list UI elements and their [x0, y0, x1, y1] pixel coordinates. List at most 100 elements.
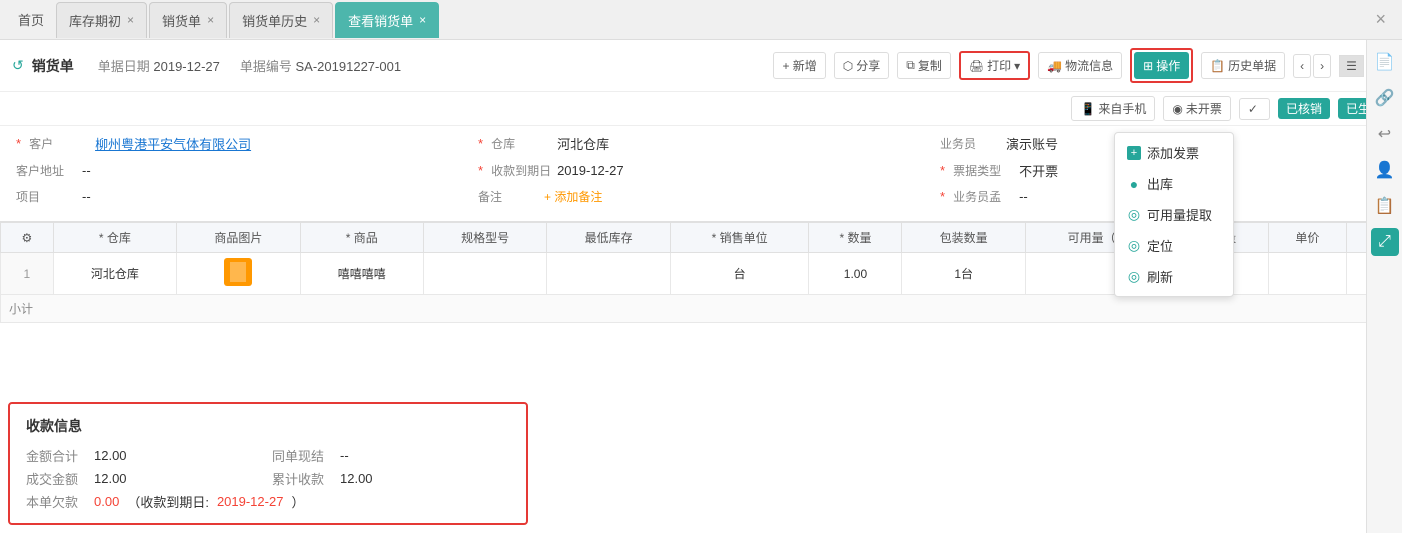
address-field: 客户地址 --: [16, 162, 462, 179]
tab-inventory[interactable]: 库存期初 ×: [56, 2, 147, 38]
sold-badge: 已核销: [1278, 98, 1330, 119]
outbound-icon: ●: [1127, 177, 1141, 191]
col-price: 单价: [1268, 223, 1346, 253]
operations-dropdown: + 添加发票 ● 出库 ◎ 可用量提取 ◎ 定位 ◎ 刷新: [1114, 132, 1234, 297]
date-label: 单据日期: [98, 59, 150, 74]
number-val: SA-20191227-001: [296, 59, 402, 74]
history-button[interactable]: 📋 历史单据: [1201, 52, 1285, 79]
tab-inventory-close[interactable]: ×: [127, 13, 134, 27]
not-open-label: 未开票: [1186, 100, 1222, 117]
customer-required: *: [16, 136, 21, 151]
col-settings[interactable]: ⚙: [1, 223, 54, 253]
col-warehouse: * 仓库: [53, 223, 176, 253]
operations-button[interactable]: ⊞ 操作: [1134, 52, 1189, 79]
date-meta: 单据日期 2019-12-27: [98, 56, 220, 75]
col-unit: * 销售单位: [670, 223, 809, 253]
not-open-button[interactable]: ◉ 未开票: [1163, 96, 1231, 121]
sidebar-link-icon[interactable]: 🔗: [1371, 84, 1399, 112]
tab-sales[interactable]: 销货单 ×: [149, 2, 227, 38]
warehouse-value: 河北仓库: [557, 134, 609, 153]
outbound-label: 出库: [1147, 174, 1173, 193]
copy-icon: ⧉: [906, 58, 915, 73]
prev-button[interactable]: ‹: [1293, 54, 1311, 78]
add-invoice-icon: +: [1127, 146, 1141, 160]
row-product: 嘻嘻嘻嘻: [300, 253, 423, 295]
project-label: 项目: [16, 188, 76, 205]
confirm-button[interactable]: ✓: [1239, 98, 1270, 120]
payment-date-label: 收款到期日: [491, 162, 551, 179]
logistics-icon: 🚚: [1047, 59, 1062, 73]
row-min-stock: [547, 253, 670, 295]
payment-date-value: 2019-12-27: [557, 163, 624, 178]
address-label: 客户地址: [16, 162, 76, 179]
sidebar-user-icon[interactable]: 👤: [1371, 156, 1399, 184]
payment-date-field: * 收款到期日 2019-12-27: [478, 162, 924, 179]
tab-sales-history-close[interactable]: ×: [313, 13, 320, 27]
dropdown-location[interactable]: ◎ 定位: [1115, 230, 1233, 261]
summary-deal-row: 成交金额 12.00: [26, 469, 264, 488]
col-product: * 商品: [300, 223, 423, 253]
new-button[interactable]: + 新增: [773, 52, 825, 79]
summary-deal-label: 成交金额: [26, 469, 86, 488]
logistics-label: 物流信息: [1065, 57, 1113, 74]
dropdown-refresh[interactable]: ◎ 刷新: [1115, 261, 1233, 292]
tab-view-sales-label: 查看销货单: [348, 11, 413, 30]
ticket-icon: ◉: [1172, 102, 1182, 116]
summary-received-value: 12.00: [340, 471, 373, 486]
dropdown-outbound[interactable]: ● 出库: [1115, 168, 1233, 199]
row-qty: 1.00: [809, 253, 902, 295]
sidebar-list-icon[interactable]: 📋: [1371, 192, 1399, 220]
sidebar-expand-icon[interactable]: ⤢: [1371, 228, 1399, 256]
print-icon: 🖨: [969, 59, 984, 73]
number-meta: 单据编号 SA-20191227-001: [240, 56, 401, 75]
window-close-button[interactable]: ×: [1367, 5, 1394, 34]
add-note-button[interactable]: + 添加备注: [544, 188, 602, 205]
row-img: [177, 253, 300, 295]
customer-label: 客户: [29, 135, 89, 152]
sidebar-return-icon[interactable]: ↩: [1371, 120, 1399, 148]
list-view-button[interactable]: ☰: [1339, 55, 1364, 77]
print-button[interactable]: 🖨 打印 ▾: [959, 51, 1030, 80]
salesperson2-required: *: [940, 189, 945, 204]
subtotal-row: 小计: [1, 295, 1402, 323]
salesperson-value: 演示账号: [1006, 134, 1058, 153]
dropdown-add-invoice[interactable]: + 添加发票: [1115, 137, 1233, 168]
logistics-button[interactable]: 🚚 物流信息: [1038, 52, 1122, 79]
summary-received-row: 累计收款 12.00: [272, 469, 510, 488]
summary-owed-value: 0.00: [94, 494, 119, 509]
summary-total-value: 12.00: [94, 448, 127, 463]
summary-owed-note: （收款到期日:: [127, 492, 209, 511]
main-container: ↺ 销货单 单据日期 2019-12-27 单据编号 SA-20191227-0…: [0, 40, 1402, 533]
tab-sales-history-label: 销货单历史: [242, 11, 307, 30]
col-qty: * 数量: [809, 223, 902, 253]
tab-inventory-label: 库存期初: [69, 11, 121, 30]
tab-sales-history[interactable]: 销货单历史 ×: [229, 2, 333, 38]
tab-view-sales-close[interactable]: ×: [419, 13, 426, 27]
product-image: [224, 258, 252, 286]
share-button[interactable]: ⬡ 分享: [834, 52, 890, 79]
sidebar-doc-icon[interactable]: 📄: [1371, 48, 1399, 76]
col-min-stock: 最低库存: [547, 223, 670, 253]
doc-icon: ↺: [12, 57, 24, 74]
copy-button[interactable]: ⧉ 复制: [897, 52, 951, 79]
nav-arrows: ‹ ›: [1293, 54, 1331, 78]
from-mobile-button[interactable]: 📱 来自手机: [1071, 96, 1155, 121]
mobile-icon: 📱: [1080, 102, 1095, 116]
tab-home[interactable]: 首页: [8, 4, 54, 35]
dropdown-available-qty[interactable]: ◎ 可用量提取: [1115, 199, 1233, 230]
summary-settle-value: --: [340, 448, 349, 463]
customer-value[interactable]: 柳州粤港平安气体有限公司: [95, 134, 251, 153]
doc-title: 销货单: [32, 56, 74, 76]
tab-view-sales[interactable]: 查看销货单 ×: [335, 2, 439, 38]
next-button[interactable]: ›: [1313, 54, 1331, 78]
note-field: 备注 + 添加备注: [478, 188, 924, 205]
history-label: 历史单据: [1228, 57, 1276, 74]
warehouse-label: 仓库: [491, 135, 551, 152]
history-icon: 📋: [1210, 59, 1225, 73]
ticket-type-required: *: [940, 163, 945, 178]
warehouse-field: * 仓库 河北仓库: [478, 134, 924, 153]
summary-grid: 金额合计 12.00 同单现结 -- 成交金额 12.00 累计收款 12.00…: [26, 446, 510, 511]
summary-deal-value: 12.00: [94, 471, 127, 486]
date-val: 2019-12-27: [153, 59, 220, 74]
tab-sales-close[interactable]: ×: [207, 13, 214, 27]
